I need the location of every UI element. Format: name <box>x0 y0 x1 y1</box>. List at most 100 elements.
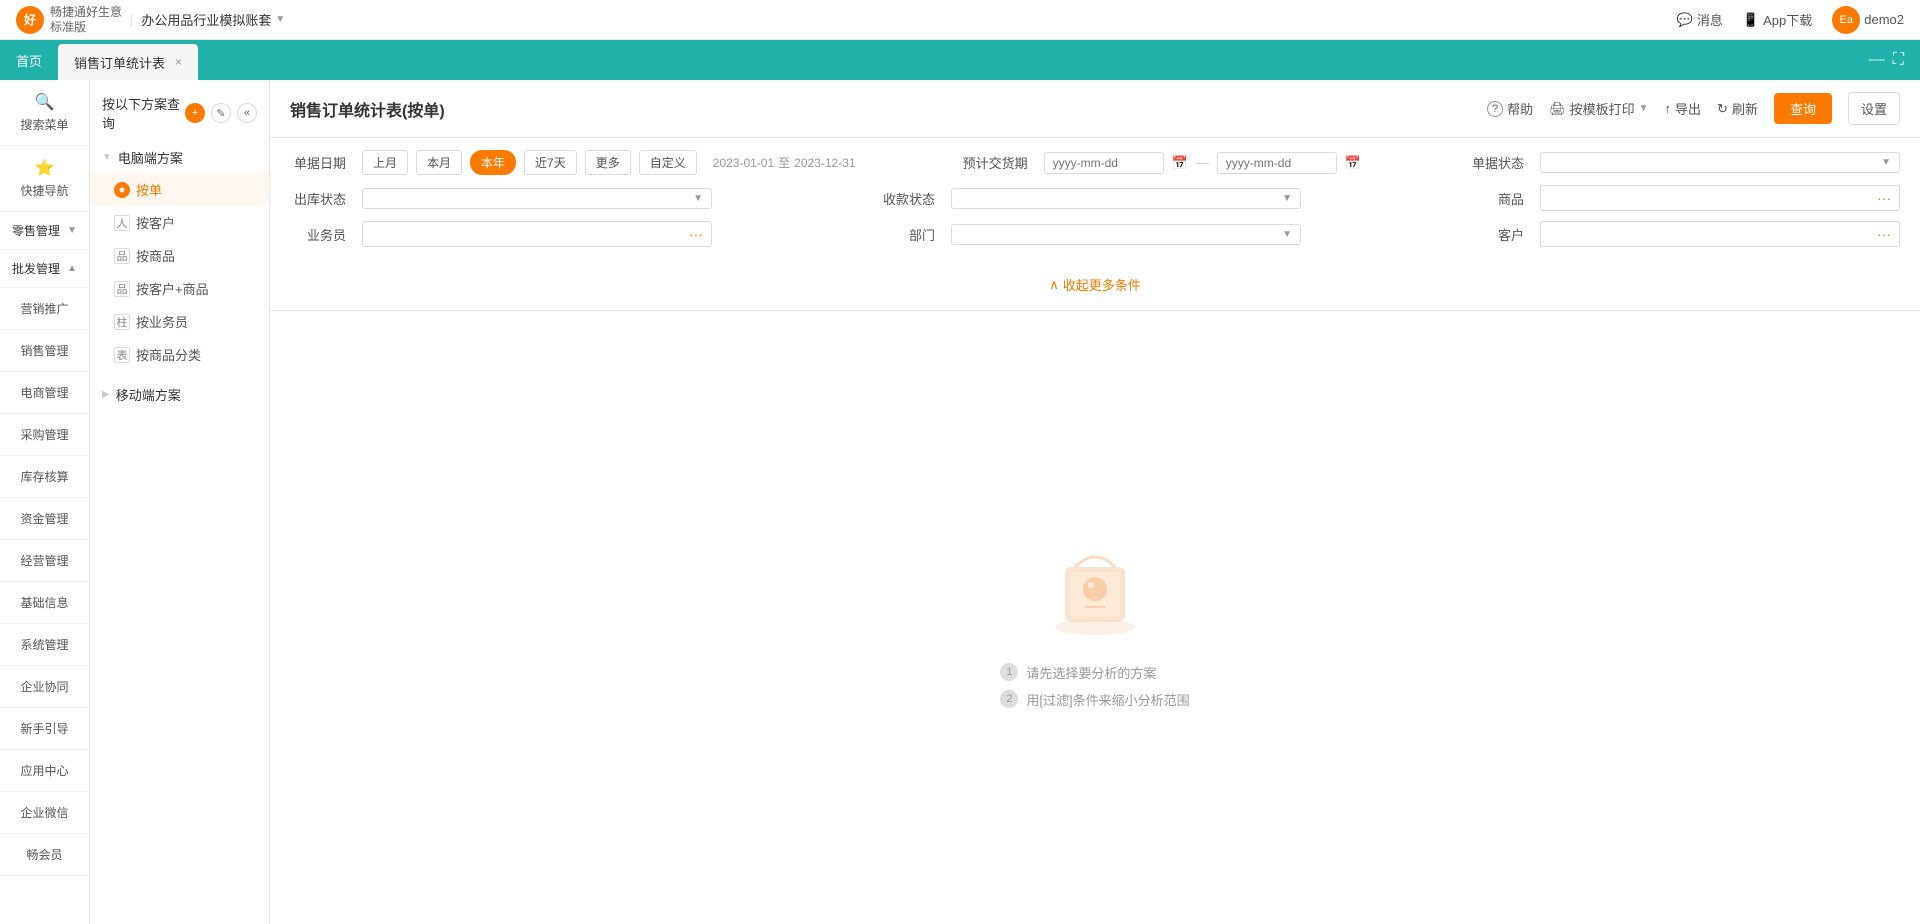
scheme-pc-toggle[interactable]: ▼ 电脑端方案 <box>90 142 269 173</box>
tab-sales-order-stats[interactable]: 销售订单统计表 × <box>58 44 198 80</box>
expected-delivery-end-input[interactable] <box>1217 152 1337 174</box>
payment-status-label: 收款状态 <box>879 189 935 208</box>
sidebar-item-search[interactable]: 🔍 搜索菜单 <box>0 80 89 146</box>
sidebar-item-sales[interactable]: 销售管理 <box>0 330 89 372</box>
scheme-edit-button[interactable]: ✎ <box>211 103 231 123</box>
tab-bar: 首页 销售订单统计表 × — ⛶ <box>0 40 1920 80</box>
sidebar: 🔍 搜索菜单 ⭐ 快捷导航 零售管理 ▼ 批发管理 ▲ 营销推广 销售管理 电商… <box>0 80 90 924</box>
sidebar-item-member[interactable]: 畅会员 <box>0 834 89 876</box>
payment-status-chevron-icon: ▼ <box>1282 193 1292 204</box>
date-label: 单据日期 <box>290 153 346 172</box>
scheme-item-by-product[interactable]: 品 按商品 <box>90 239 269 272</box>
calendar-start-icon[interactable]: 📅 <box>1172 155 1188 171</box>
order-status-chevron-icon: ▼ <box>1881 157 1891 168</box>
sidebar-item-wechat[interactable]: 企业微信 <box>0 792 89 834</box>
tab-close-icon[interactable]: × <box>175 55 182 69</box>
export-button[interactable]: ↑ 导出 <box>1665 99 1702 118</box>
main-layout: 🔍 搜索菜单 ⭐ 快捷导航 零售管理 ▼ 批发管理 ▲ 营销推广 销售管理 电商… <box>0 80 1920 924</box>
customer-select[interactable]: ··· <box>1540 221 1900 247</box>
date-btn-more[interactable]: 更多 <box>585 150 631 175</box>
scheme-pc-section: ▼ 电脑端方案 ● 按单 人 按客户 品 按商品 品 按客户+商品 <box>90 138 269 375</box>
logo-icon: 好 <box>16 6 44 34</box>
scheme-mobile-toggle[interactable]: ▶ 移动端方案 <box>90 379 269 410</box>
filter-row-2: 出库状态 ▼ 收款状态 ▼ 商品 ··· <box>290 185 1900 211</box>
date-btn-this-year[interactable]: 本年 <box>470 150 516 175</box>
help-icon: ? <box>1487 101 1503 117</box>
logo-text: 畅捷通好生意 标准版 <box>50 5 122 34</box>
pc-section-chevron-icon: ▼ <box>102 152 112 163</box>
delivery-status-label: 出库状态 <box>290 189 346 208</box>
empty-state: 1 请先选择要分析的方案 2 用[过滤]条件来缩小分析范围 <box>270 311 1920 924</box>
top-bar: 好 畅捷通好生意 标准版 | 办公用品行业模拟账套 ▼ 💬 消息 📱 App下载… <box>0 0 1920 40</box>
sidebar-item-enterprise[interactable]: 企业协同 <box>0 666 89 708</box>
sidebar-item-purchase[interactable]: 采购管理 <box>0 414 89 456</box>
salesperson-label: 业务员 <box>290 225 346 244</box>
by-cust-prod-icon: 品 <box>114 281 130 297</box>
sidebar-item-ecommerce[interactable]: 电商管理 <box>0 372 89 414</box>
goods-select[interactable]: ··· <box>1540 185 1900 211</box>
page-header: 销售订单统计表(按单) ? 帮助 🖨 按模板打印 ▼ ↑ 导出 <box>270 80 1920 138</box>
customer-label: 客户 <box>1468 225 1524 244</box>
sidebar-item-basic[interactable]: 基础信息 <box>0 582 89 624</box>
date-btn-7days[interactable]: 近7天 <box>524 150 577 175</box>
tab-home[interactable]: 首页 <box>0 40 58 80</box>
scheme-panel-icons: + ✎ « <box>185 103 257 123</box>
delivery-status-select[interactable]: ▼ <box>362 188 712 209</box>
query-button[interactable]: 查询 <box>1774 93 1832 124</box>
company-chevron-icon: ▼ <box>275 14 285 25</box>
company-select[interactable]: 办公用品行业模拟账套 ▼ <box>141 10 285 29</box>
help-button[interactable]: ? 帮助 <box>1487 99 1533 118</box>
search-icon: 🔍 <box>35 92 55 112</box>
sidebar-item-inventory[interactable]: 库存核算 <box>0 456 89 498</box>
salesperson-select[interactable]: ··· <box>362 221 712 247</box>
department-select[interactable]: ▼ <box>951 224 1301 245</box>
scheme-item-by-category[interactable]: 表 按商品分类 <box>90 338 269 371</box>
salesperson-dots-icon[interactable]: ··· <box>689 226 703 242</box>
filter-section: 单据日期 上月 本月 本年 近7天 更多 自定义 2023-01-01 至 20… <box>270 138 1920 259</box>
settings-button[interactable]: 设置 <box>1848 92 1900 125</box>
scheme-collapse-button[interactable]: « <box>237 103 257 123</box>
tab-minimize-icon[interactable]: — <box>1869 51 1885 69</box>
main-panel: 销售订单统计表(按单) ? 帮助 🖨 按模板打印 ▼ ↑ 导出 <box>270 80 1920 924</box>
scheme-item-by-cust-prod[interactable]: 品 按客户+商品 <box>90 272 269 305</box>
sidebar-item-wholesale[interactable]: 批发管理 ▲ <box>0 250 89 288</box>
scheme-item-by-salesperson[interactable]: 柱 按业务员 <box>90 305 269 338</box>
app-download-icon: 📱 <box>1743 12 1759 28</box>
scheme-panel: 按以下方案查询 + ✎ « ▼ 电脑端方案 ● 按单 人 按客户 <box>90 80 270 924</box>
refresh-button[interactable]: ↻ 刷新 <box>1717 99 1758 118</box>
print-icon: 🖨 <box>1549 101 1566 117</box>
payment-status-select[interactable]: ▼ <box>951 188 1301 209</box>
expected-delivery-label: 预计交货期 <box>963 153 1028 172</box>
date-btn-last-month[interactable]: 上月 <box>362 150 408 175</box>
department-label: 部门 <box>879 225 935 244</box>
date-btn-this-month[interactable]: 本月 <box>416 150 462 175</box>
sidebar-item-newbie[interactable]: 新手引导 <box>0 708 89 750</box>
collapse-arrow-icon: ∧ <box>1049 277 1059 293</box>
expected-delivery-start-input[interactable] <box>1044 152 1164 174</box>
sidebar-item-quick-nav[interactable]: ⭐ 快捷导航 <box>0 146 89 212</box>
order-status-select[interactable]: ▼ <box>1540 152 1900 173</box>
message-icon: 💬 <box>1677 12 1693 28</box>
calendar-end-icon[interactable]: 📅 <box>1345 155 1361 171</box>
goods-dots-icon[interactable]: ··· <box>1877 190 1891 206</box>
scheme-item-by-order[interactable]: ● 按单 <box>90 173 269 206</box>
scheme-item-by-customer[interactable]: 人 按客户 <box>90 206 269 239</box>
sidebar-item-marketing[interactable]: 营销推广 <box>0 288 89 330</box>
collapse-button[interactable]: ∧ 收起更多条件 <box>1049 275 1141 294</box>
date-range-display: 2023-01-01 至 2023-12-31 <box>713 154 856 171</box>
empty-tips: 1 请先选择要分析的方案 2 用[过滤]条件来缩小分析范围 <box>1000 663 1189 709</box>
sidebar-item-finance[interactable]: 资金管理 <box>0 498 89 540</box>
user-menu[interactable]: Ea demo2 <box>1832 6 1904 34</box>
sidebar-item-retail[interactable]: 零售管理 ▼ <box>0 212 89 250</box>
scheme-add-button[interactable]: + <box>185 103 205 123</box>
app-download-button[interactable]: 📱 App下载 <box>1743 10 1812 29</box>
customer-dots-icon[interactable]: ··· <box>1877 226 1891 242</box>
sidebar-item-system[interactable]: 系统管理 <box>0 624 89 666</box>
date-btn-custom[interactable]: 自定义 <box>639 150 697 175</box>
goods-label: 商品 <box>1468 189 1524 208</box>
template-print-button[interactable]: 🖨 按模板打印 ▼ <box>1549 99 1648 118</box>
message-button[interactable]: 💬 消息 <box>1677 10 1723 29</box>
sidebar-item-operations[interactable]: 经营管理 <box>0 540 89 582</box>
sidebar-item-apps[interactable]: 应用中心 <box>0 750 89 792</box>
tab-maximize-icon[interactable]: ⛶ <box>1893 51 1904 69</box>
